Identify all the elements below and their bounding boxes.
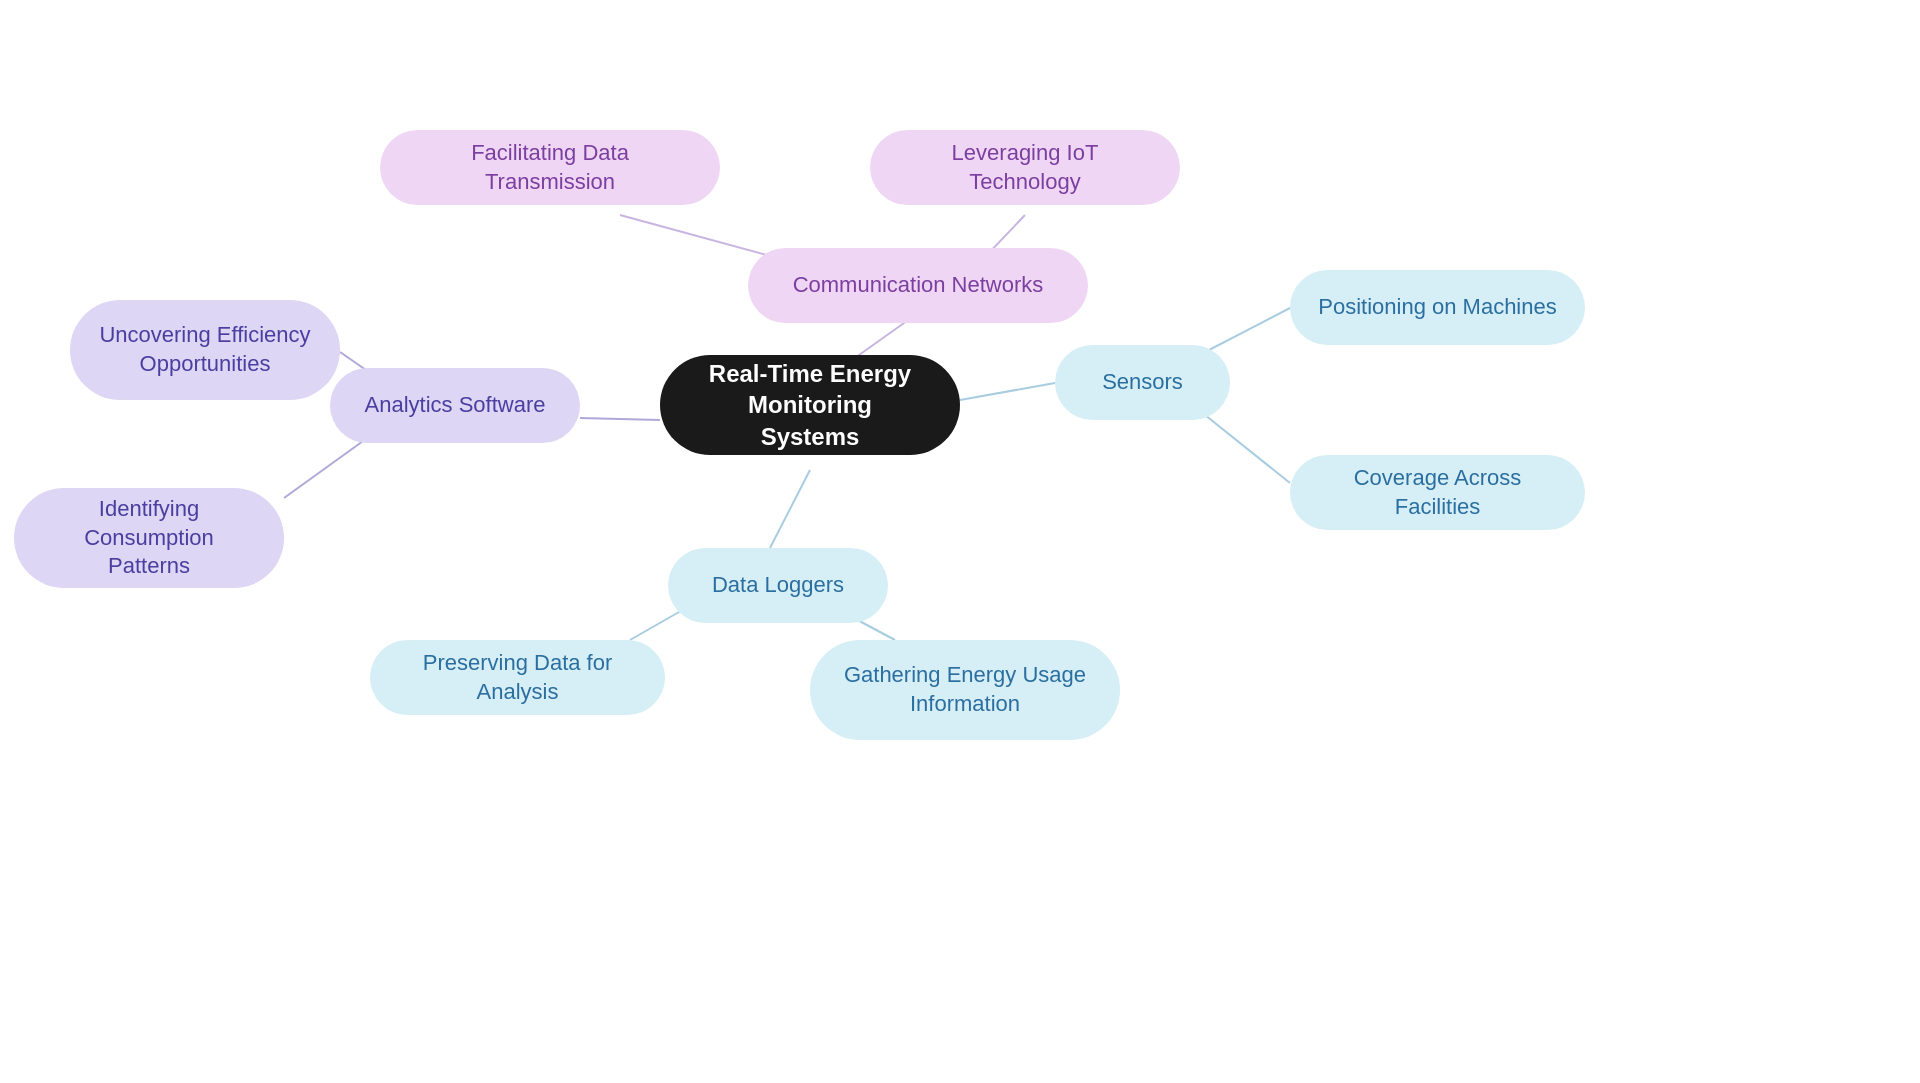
uncovering-efficiency-node: Uncovering Efficiency Opportunities	[70, 300, 340, 400]
preserving-data-label: Preserving Data for Analysis	[398, 649, 637, 706]
center-label: Real-Time Energy Monitoring Systems	[696, 358, 924, 452]
gathering-energy-node: Gathering Energy Usage Information	[810, 640, 1120, 740]
svg-line-6	[960, 383, 1055, 400]
leveraging-iot-label: Leveraging IoT Technology	[898, 139, 1152, 196]
positioning-on-machines-label: Positioning on Machines	[1318, 293, 1556, 322]
sensors-label: Sensors	[1102, 368, 1183, 397]
data-loggers-node: Data Loggers	[668, 548, 888, 623]
gathering-energy-label: Gathering Energy Usage Information	[838, 661, 1092, 718]
svg-line-3	[580, 418, 660, 420]
sensors-node: Sensors	[1055, 345, 1230, 420]
identifying-consumption-node: Identifying Consumption Patterns	[14, 488, 284, 588]
communication-networks-node: Communication Networks	[748, 248, 1088, 323]
identifying-consumption-label: Identifying Consumption Patterns	[42, 495, 256, 581]
svg-line-9	[770, 470, 810, 548]
facilitating-data-transmission-node: Facilitating Data Transmission	[380, 130, 720, 205]
analytics-software-label: Analytics Software	[365, 391, 546, 420]
analytics-software-node: Analytics Software	[330, 368, 580, 443]
positioning-on-machines-node: Positioning on Machines	[1290, 270, 1585, 345]
preserving-data-node: Preserving Data for Analysis	[370, 640, 665, 715]
communication-networks-label: Communication Networks	[793, 271, 1044, 300]
center-node: Real-Time Energy Monitoring Systems	[660, 355, 960, 455]
data-loggers-label: Data Loggers	[712, 571, 844, 600]
coverage-across-facilities-label: Coverage Across Facilities	[1318, 464, 1557, 521]
leveraging-iot-node: Leveraging IoT Technology	[870, 130, 1180, 205]
coverage-across-facilities-node: Coverage Across Facilities	[1290, 455, 1585, 530]
facilitating-data-transmission-label: Facilitating Data Transmission	[408, 139, 692, 196]
uncovering-efficiency-label: Uncovering Efficiency Opportunities	[98, 321, 312, 378]
